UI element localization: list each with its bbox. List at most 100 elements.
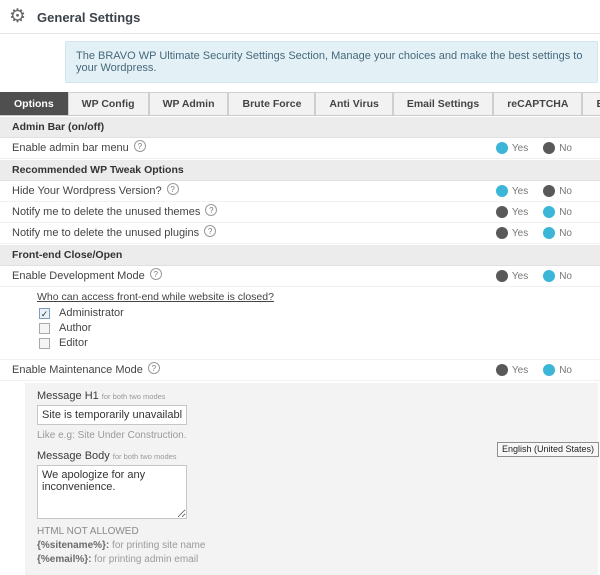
radio-no-label: No [559, 227, 572, 239]
access-option-author: Author [39, 322, 588, 334]
radio-yes[interactable]: Yes [495, 227, 529, 239]
radio-yes[interactable]: Yes [495, 185, 529, 197]
token-line: {%email%}: for printing admin email [37, 554, 586, 565]
settings-rows: Admin Bar (on/off) Enable admin bar menu?… [0, 117, 600, 287]
help-icon[interactable]: ? [166, 183, 179, 195]
page-header: ⚙ General Settings [0, 0, 600, 34]
radio-no-label: No [559, 364, 572, 376]
info-notice-text: The BRAVO WP Ultimate Security Settings … [76, 50, 583, 74]
radio-yes-dot [495, 227, 508, 239]
radio-no-label: No [559, 270, 572, 282]
radio-no[interactable]: No [543, 206, 572, 218]
radio-group: Yes No [495, 227, 572, 239]
settings-row: Notify me to delete the unused themes? Ye… [0, 202, 600, 223]
radio-group: Yes No [495, 142, 572, 154]
access-option-administrator: ✓ Administrator [39, 307, 588, 319]
settings-row: Hide Your Wordpress Version?? Yes No [0, 181, 600, 202]
radio-no-dot [543, 206, 556, 218]
settings-row: Notify me to delete the unused plugins? Y… [0, 223, 600, 244]
access-option-editor: Editor [39, 337, 588, 349]
section-header: Recommended WP Tweak Options [0, 160, 600, 181]
radio-no-dot [543, 142, 556, 154]
settings-row: Enable Development Mode? Yes No [0, 266, 600, 287]
radio-group: Yes No [495, 185, 572, 197]
row-label: Enable Maintenance Mode [12, 364, 143, 376]
radio-yes-dot [495, 185, 508, 197]
checkbox-administrator[interactable]: ✓ [39, 307, 50, 319]
radio-no[interactable]: No [543, 270, 572, 282]
checkbox-label: Editor [59, 337, 88, 349]
radio-no-dot [543, 227, 556, 239]
tab-bar: Options WP Config WP Admin Brute Force Anti … [0, 92, 600, 116]
row-label: Notify me to delete the unused themes [12, 206, 201, 218]
token-line: {%sitename%}: for printing site name [37, 540, 586, 551]
radio-no-label: No [559, 142, 572, 154]
radio-no[interactable]: No [543, 142, 572, 154]
section-header: Front-end Close/Open [0, 245, 600, 266]
maintenance-panel: Message H1for both two modes Like e.g: S… [25, 383, 598, 575]
radio-yes-dot [495, 364, 508, 376]
html-not-allowed-note: HTML NOT ALLOWED [37, 526, 139, 537]
radio-group: Yes No [495, 206, 572, 218]
radio-yes-dot [495, 142, 508, 154]
message-h1-input[interactable] [37, 405, 187, 425]
message-body-label: Message Body [37, 450, 110, 462]
radio-yes-label: Yes [511, 227, 529, 239]
tab-recaptcha[interactable]: reCAPTCHA [493, 92, 583, 115]
message-h1-label: Message H1 [37, 390, 99, 402]
tab-options[interactable]: Options [0, 92, 68, 115]
help-icon[interactable]: ? [149, 268, 162, 280]
token-desc: for printing site name [109, 540, 206, 551]
radio-no[interactable]: No [543, 364, 572, 376]
token-desc: for printing admin email [91, 554, 199, 565]
message-body-textarea[interactable]: We apologize for any inconvenience. [37, 465, 187, 519]
radio-no-dot [543, 270, 556, 282]
tab-anti-virus[interactable]: Anti Virus [315, 92, 393, 115]
message-h1-note: for both two modes [101, 392, 166, 401]
language-bar[interactable]: English (United States) [496, 442, 599, 457]
radio-yes[interactable]: Yes [495, 142, 528, 154]
settings-row: Enable admin bar menu? Yes No [0, 138, 600, 159]
access-options: ✓ Administrator Author Editor [37, 307, 588, 349]
radio-group: Yes No [495, 364, 572, 376]
help-icon[interactable]: ? [205, 204, 218, 216]
radio-yes-label: Yes [511, 364, 529, 376]
radio-no[interactable]: No [543, 185, 572, 197]
radio-no-label: No [559, 206, 572, 218]
radio-no-dot [543, 185, 556, 197]
checkbox-author[interactable] [39, 322, 50, 334]
page-title: General Settings [37, 9, 141, 25]
radio-yes-dot [495, 206, 508, 218]
checkbox-label: Author [59, 322, 92, 334]
section-header: Admin Bar (on/off) [0, 117, 600, 138]
help-icon[interactable]: ? [204, 225, 217, 237]
tab-wp-config[interactable]: WP Config [67, 92, 149, 115]
radio-no-dot [543, 364, 556, 376]
message-h1-label-line: Message H1 for both two modes [37, 390, 586, 402]
token-code: {%sitename%}: [37, 540, 110, 551]
radio-yes-label: Yes [511, 206, 529, 218]
access-block: Who can access front-end while website i… [0, 287, 600, 360]
radio-no[interactable]: No [543, 227, 572, 239]
radio-yes[interactable]: Yes [495, 364, 529, 376]
tab-error-pages[interactable]: Error Pages [582, 92, 600, 115]
radio-no-label: No [559, 185, 572, 197]
radio-yes-label: Yes [511, 185, 529, 197]
help-icon[interactable]: ? [147, 362, 160, 374]
radio-yes[interactable]: Yes [495, 270, 529, 282]
access-block-title: Who can access front-end while website i… [37, 291, 274, 303]
help-icon[interactable]: ? [133, 140, 146, 152]
tab-email-settings[interactable]: Email Settings [392, 92, 494, 115]
message-h1-hint: Like e.g: Site Under Construction. [37, 430, 187, 441]
radio-yes-dot [495, 270, 508, 282]
radio-yes[interactable]: Yes [495, 206, 529, 218]
radio-group: Yes No [495, 270, 572, 282]
token-lines: {%sitename%}: for printing site name {%em… [37, 540, 586, 565]
radio-yes-label: Yes [511, 270, 529, 282]
gear-icon: ⚙ [9, 6, 27, 27]
row-label: Notify me to delete the unused plugins [12, 227, 200, 239]
tab-wp-admin[interactable]: WP Admin [148, 92, 229, 115]
checkbox-editor[interactable] [39, 337, 50, 349]
tab-brute-force[interactable]: Brute Force [228, 92, 316, 115]
checkbox-label: Administrator [59, 307, 124, 319]
